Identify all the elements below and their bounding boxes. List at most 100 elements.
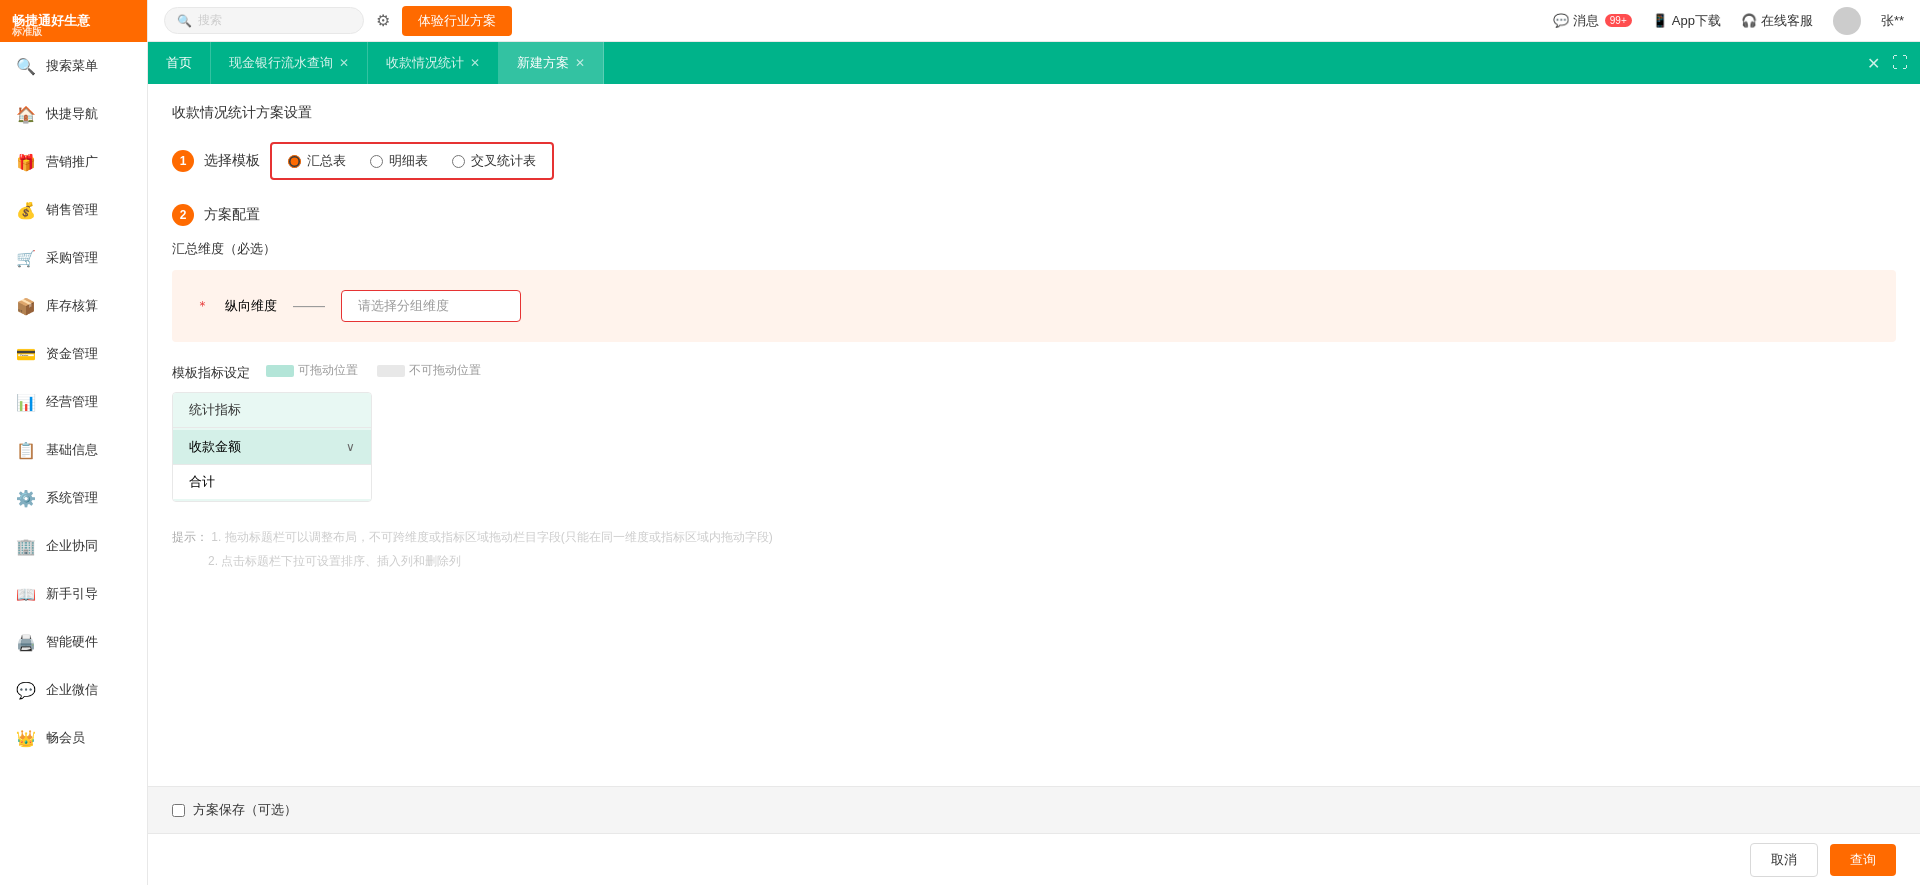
marketing-icon: 🎁 [16, 153, 36, 172]
wechat-biz-icon: 💬 [16, 681, 36, 700]
tab-home[interactable]: 首页 [148, 42, 211, 84]
search-bar[interactable]: 🔍 搜索 [164, 7, 364, 34]
tips-section: 提示： 1. 拖动标题栏可以调整布局，不可跨维度或指标区域拖动栏目字段(只能在同… [172, 525, 1896, 573]
radio-detail-label: 明细表 [389, 152, 428, 170]
notification-area[interactable]: 💬 消息 99+ [1553, 12, 1632, 30]
close-collection-stat-icon[interactable]: ✕ [470, 56, 480, 70]
config-section: 汇总维度（必选） ＊ 纵向维度 —— 请选择分组维度 模板指标设定 [172, 240, 1896, 505]
sidebar-label-basic-info: 基础信息 [46, 441, 98, 459]
sidebar-item-sales[interactable]: 💰 销售管理 [0, 186, 147, 234]
drag-legend-box [266, 365, 294, 377]
message-icon: 💬 [1553, 13, 1569, 28]
radio-cross-input[interactable] [452, 155, 465, 168]
radio-cross[interactable]: 交叉统计表 [452, 152, 536, 170]
cancel-button[interactable]: 取消 [1750, 843, 1818, 877]
sidebar: 畅捷通好生意 标准版 🔍 搜索菜单 🏠 快捷导航 🎁 营销推广 💰 销售管理 🛒… [0, 0, 148, 885]
step2-label: 方案配置 [204, 206, 260, 224]
operation-icon: 📊 [16, 393, 36, 412]
finance-icon: 💳 [16, 345, 36, 364]
sidebar-item-operation[interactable]: 📊 经营管理 [0, 378, 147, 426]
app-download-label: App下载 [1672, 12, 1721, 30]
sidebar-item-finance[interactable]: 💳 资金管理 [0, 330, 147, 378]
vertical-dim-label: 纵向维度 [225, 297, 277, 315]
headset-icon: 🎧 [1741, 13, 1757, 28]
radio-summary-label: 汇总表 [307, 152, 346, 170]
notification-label: 消息 [1573, 12, 1599, 30]
maximize-icon[interactable]: ⛶ [1892, 54, 1908, 72]
tab-new-plan[interactable]: 新建方案 ✕ [499, 42, 604, 84]
nav-tabs-right: ✕ ⛶ [1867, 54, 1920, 73]
page-content: 收款情况统计方案设置 1 选择模板 汇总表 明细表 [148, 84, 1920, 833]
gear-icon[interactable]: ⚙ [376, 11, 390, 30]
radio-summary-input[interactable] [288, 155, 301, 168]
sidebar-item-basic-info[interactable]: 📋 基础信息 [0, 426, 147, 474]
sidebar-item-quick-nav[interactable]: 🏠 快捷导航 [0, 90, 147, 138]
sidebar-item-enterprise[interactable]: 🏢 企业协同 [0, 522, 147, 570]
footer-actions: 取消 查询 [148, 833, 1920, 885]
radio-summary[interactable]: 汇总表 [288, 152, 346, 170]
draggable-legend: 可拖动位置 [266, 362, 358, 379]
step1-section: 1 选择模板 汇总表 明细表 交叉统计表 [172, 142, 1896, 180]
nav-tabs: 首页 现金银行流水查询 ✕ 收款情况统计 ✕ 新建方案 ✕ ✕ ⛶ [148, 42, 1920, 84]
online-support-area[interactable]: 🎧 在线客服 [1741, 12, 1813, 30]
sidebar-item-search-menu[interactable]: 🔍 搜索菜单 [0, 42, 147, 90]
non-draggable-legend: 不可拖动位置 [377, 362, 481, 379]
radio-detail-input[interactable] [370, 155, 383, 168]
sidebar-label-wechat-biz: 企业微信 [46, 681, 98, 699]
member-icon: 👑 [16, 729, 36, 748]
sidebar-label-member: 畅会员 [46, 729, 85, 747]
sidebar-logo: 畅捷通好生意 标准版 [0, 0, 147, 42]
vertical-dim-row: ＊ 纵向维度 —— 请选择分组维度 [196, 290, 1872, 322]
dim-select[interactable]: 请选择分组维度 [341, 290, 521, 322]
tab-bank-flow[interactable]: 现金银行流水查询 ✕ [211, 42, 368, 84]
sidebar-label-finance: 资金管理 [46, 345, 98, 363]
step1-num: 1 [172, 150, 194, 172]
sidebar-item-wechat-biz[interactable]: 💬 企业微信 [0, 666, 147, 714]
legend-area: 可拖动位置 不可拖动位置 [266, 366, 481, 380]
header-right: 💬 消息 99+ 📱 App下载 🎧 在线客服 张** [1553, 7, 1904, 35]
sidebar-label-marketing: 营销推广 [46, 153, 98, 171]
sidebar-label-inventory: 库存核算 [46, 297, 98, 315]
app-download-area[interactable]: 📱 App下载 [1652, 12, 1721, 30]
guide-icon: 📖 [16, 585, 36, 604]
sidebar-item-system[interactable]: ⚙️ 系统管理 [0, 474, 147, 522]
step1-label: 选择模板 [204, 152, 260, 170]
close-window-icon[interactable]: ✕ [1867, 54, 1880, 73]
indicator-row-collection[interactable]: 收款金额 ∨ [173, 430, 371, 464]
step2-header: 2 方案配置 [172, 204, 1896, 226]
indicator-settings: 模板指标设定 可拖动位置 不可拖动位置 [172, 362, 1896, 505]
main-area: 🔍 搜索 ⚙ 体验行业方案 💬 消息 99+ 📱 App下载 🎧 在线客服 张*… [148, 0, 1920, 885]
header-left: 🔍 搜索 ⚙ 体验行业方案 [164, 6, 512, 36]
dim-required-star: ＊ [196, 297, 209, 315]
no-drag-legend-box [377, 365, 405, 377]
sales-icon: 💰 [16, 201, 36, 220]
try-industry-button[interactable]: 体验行业方案 [402, 6, 512, 36]
logo-subtitle: 标准版 [12, 25, 42, 39]
close-new-plan-icon[interactable]: ✕ [575, 56, 585, 70]
close-bank-flow-icon[interactable]: ✕ [339, 56, 349, 70]
save-option-row: 方案保存（可选） [148, 786, 1920, 833]
tab-collection-stat[interactable]: 收款情况统计 ✕ [368, 42, 499, 84]
radio-detail[interactable]: 明细表 [370, 152, 428, 170]
system-icon: ⚙️ [16, 489, 36, 508]
user-avatar[interactable] [1833, 7, 1861, 35]
sidebar-label-sales: 销售管理 [46, 201, 98, 219]
sidebar-item-member[interactable]: 👑 畅会员 [0, 714, 147, 762]
sidebar-item-marketing[interactable]: 🎁 营销推广 [0, 138, 147, 186]
search-placeholder: 搜索 [198, 12, 222, 29]
sidebar-item-smart-hw[interactable]: 🖨️ 智能硬件 [0, 618, 147, 666]
dimension-section-title: 汇总维度（必选） [172, 240, 1896, 258]
sidebar-item-guide[interactable]: 📖 新手引导 [0, 570, 147, 618]
sidebar-label-search-menu: 搜索菜单 [46, 57, 98, 75]
sidebar-item-purchase[interactable]: 🛒 采购管理 [0, 234, 147, 282]
sidebar-label-enterprise: 企业协同 [46, 537, 98, 555]
sidebar-item-inventory[interactable]: 📦 库存核算 [0, 282, 147, 330]
indicator-table: 统计指标 收款金额 ∨ 合计 [172, 392, 372, 502]
inventory-icon: 📦 [16, 297, 36, 316]
tip2: 2. 点击标题栏下拉可设置排序、插入列和删除列 [172, 549, 1896, 573]
save-checkbox[interactable] [172, 804, 185, 817]
sidebar-label-purchase: 采购管理 [46, 249, 98, 267]
quick-nav-icon: 🏠 [16, 105, 36, 124]
query-button[interactable]: 查询 [1830, 844, 1896, 876]
chevron-down-icon[interactable]: ∨ [346, 440, 355, 454]
